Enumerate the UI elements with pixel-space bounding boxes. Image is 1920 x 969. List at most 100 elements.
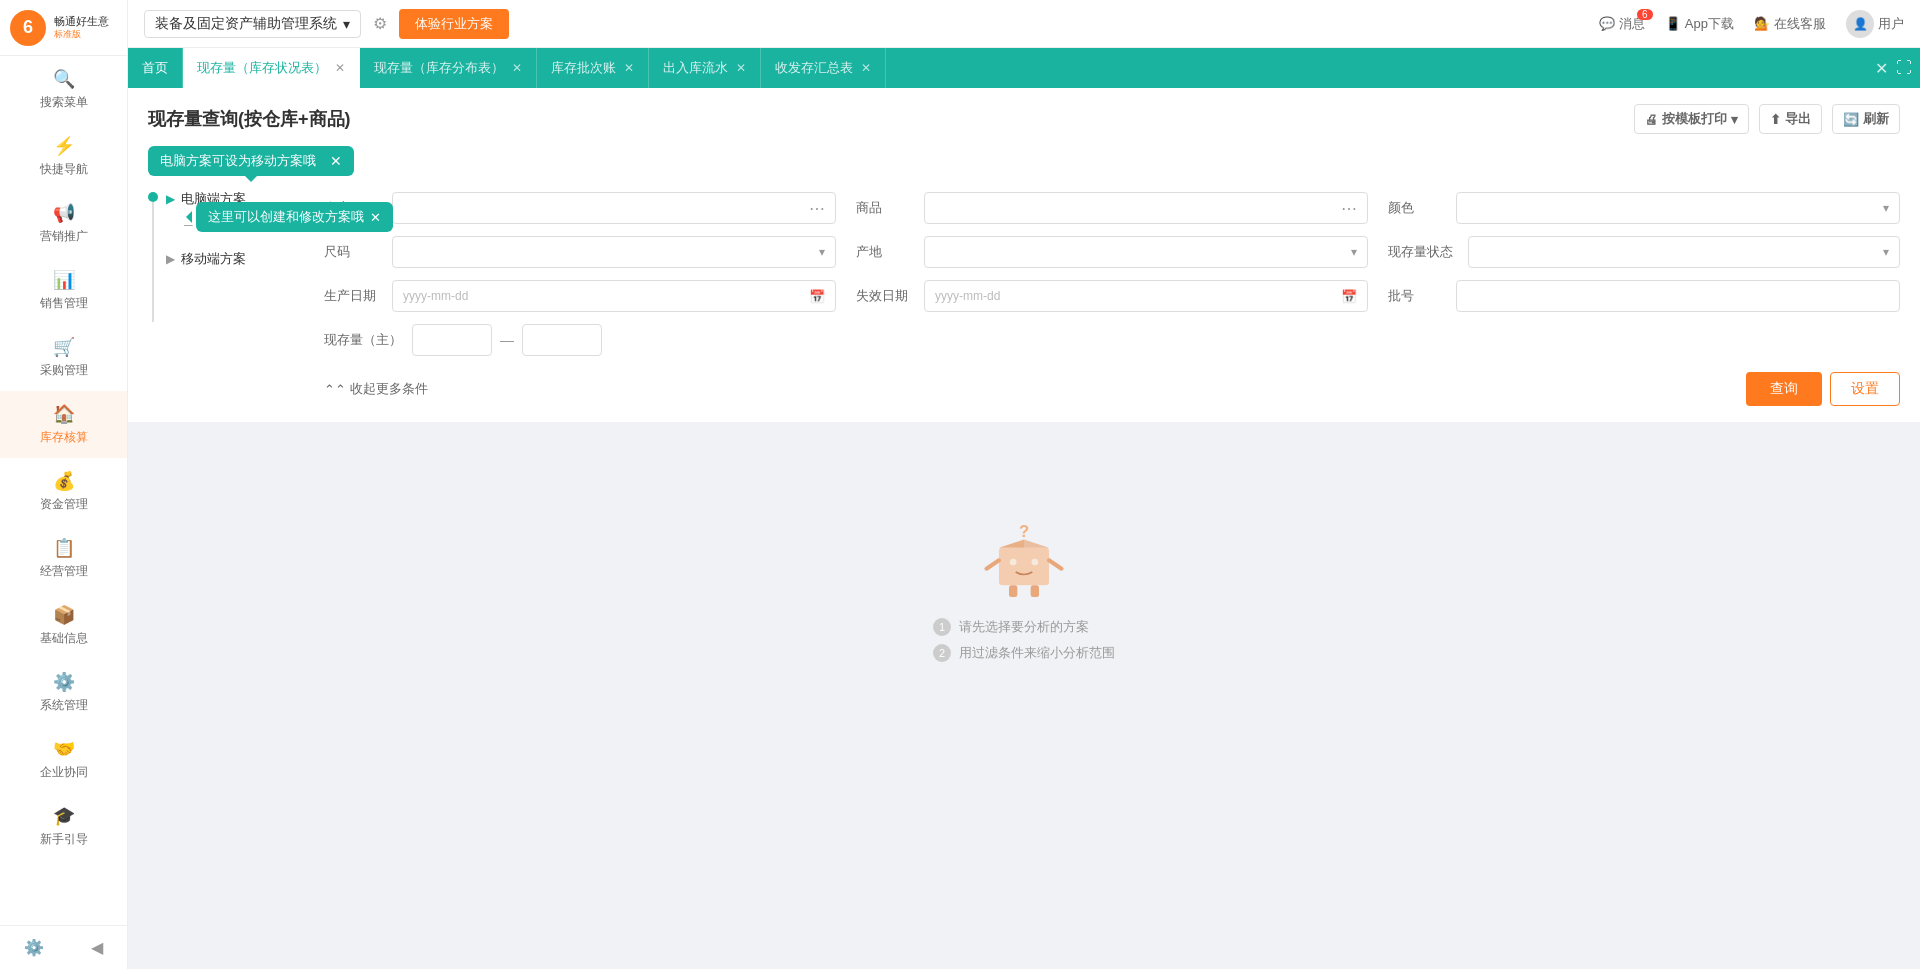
sidebar-bottom: ⚙️ ◀ [0, 925, 127, 969]
batch-input[interactable] [1456, 280, 1900, 312]
tab-close-inout[interactable]: ✕ [736, 61, 746, 75]
empty-illustration: ? [974, 502, 1074, 602]
tab-inout-flow[interactable]: 出入库流水 ✕ [649, 48, 761, 88]
collapse-sidebar-icon[interactable]: ◀ [91, 938, 103, 957]
print-btn[interactable]: 🖨 按模板打印 ▾ [1634, 104, 1749, 134]
sales-icon: 📊 [53, 269, 75, 291]
warehouse-dots[interactable]: ⋯ [809, 199, 825, 218]
inventory-icon: 🏠 [53, 403, 75, 425]
tooltip-close-desktop[interactable]: ✕ [330, 153, 342, 169]
sidebar-item-system[interactable]: ⚙️ 系统管理 [0, 659, 127, 726]
produce-date-input[interactable]: yyyy-mm-dd 📅 [392, 280, 836, 312]
main-content: 装备及固定资产辅助管理系统 ▾ ⚙ 体验行业方案 💬 消息 6 📱 App下载 … [128, 0, 1920, 969]
industry-btn[interactable]: 体验行业方案 [399, 9, 509, 39]
marketing-icon: 📢 [53, 202, 75, 224]
logo-icon: 6 [10, 10, 46, 46]
tab-close-stock-dist[interactable]: ✕ [512, 61, 522, 75]
header-settings-icon[interactable]: ⚙ [373, 14, 387, 33]
sidebar-item-guide[interactable]: 🎓 新手引导 [0, 793, 127, 860]
online-support-btn[interactable]: 💁 在线客服 [1754, 15, 1826, 33]
stockstatus-label: 现存量状态 [1388, 243, 1460, 261]
empty-tip-2: 2 用过滤条件来缩小分析范围 [933, 644, 1115, 662]
collapse-btn[interactable]: ⌃⌃ 收起更多条件 [324, 380, 428, 398]
tip-num-2: 2 [933, 644, 951, 662]
sidebar-item-inventory[interactable]: 🏠 库存核算 [0, 391, 127, 458]
origin-dropdown-icon: ▾ [1351, 245, 1357, 259]
header-right: 💬 消息 6 📱 App下载 💁 在线客服 👤 用户 [1599, 10, 1904, 38]
scheme-arrow-desktop: ▶ [166, 192, 175, 206]
tab-stock-status[interactable]: 现存量（库存状况表） ✕ [183, 48, 360, 88]
sidebar-item-quicknav[interactable]: ⚡ 快捷导航 [0, 123, 127, 190]
calendar-icon2[interactable]: 📅 [1341, 289, 1357, 304]
system-selector[interactable]: 装备及固定资产辅助管理系统 ▾ [144, 10, 361, 38]
calendar-icon[interactable]: 📅 [809, 289, 825, 304]
filter-row-batch: 批号 [1388, 280, 1900, 312]
sidebar-item-marketing[interactable]: 📢 营销推广 [0, 190, 127, 257]
dash-icon: — [500, 332, 514, 348]
refresh-icon: 🔄 [1843, 112, 1859, 127]
cooperation-icon: 🤝 [53, 738, 75, 760]
stockstatus-select[interactable]: ▾ [1468, 236, 1900, 268]
sidebar-item-cooperation[interactable]: 🤝 企业协同 [0, 726, 127, 793]
tab-recv-summary[interactable]: 收发存汇总表 ✕ [761, 48, 886, 88]
stock-qty-to[interactable] [522, 324, 602, 356]
warehouse-select[interactable]: ⋯ [392, 192, 836, 224]
header-left: 装备及固定资产辅助管理系统 ▾ ⚙ 体验行业方案 [144, 9, 509, 39]
expire-date-input[interactable]: yyyy-mm-dd 📅 [924, 280, 1368, 312]
tab-close-recv[interactable]: ✕ [861, 61, 871, 75]
basic-icon: 📦 [53, 604, 75, 626]
stock-qty-label: 现存量（主） [324, 331, 404, 349]
search-button[interactable]: 查询 [1746, 372, 1822, 406]
tab-home[interactable]: 首页 [128, 48, 183, 88]
tooltip-close-edit[interactable]: ✕ [370, 210, 381, 225]
goods-select[interactable]: ⋯ [924, 192, 1368, 224]
guide-icon: 🎓 [53, 805, 75, 827]
tab-stock-batch[interactable]: 库存批次账 ✕ [537, 48, 649, 88]
mobile-scheme-item[interactable]: ▶ 移动端方案 [166, 246, 251, 272]
sidebar: 6 畅通好生意 标准版 🔍 搜索菜单 ⚡ 快捷导航 📢 营销推广 📊 销售管理 … [0, 0, 128, 969]
logo-badge: 标准版 [54, 28, 109, 41]
stock-qty-from[interactable] [412, 324, 492, 356]
sidebar-item-purchase[interactable]: 🛒 采购管理 [0, 324, 127, 391]
purchase-icon: 🛒 [53, 336, 75, 358]
sidebar-nav: 🔍 搜索菜单 ⚡ 快捷导航 📢 营销推广 📊 销售管理 🛒 采购管理 🏠 库存核… [0, 56, 127, 925]
message-icon: 💬 [1599, 16, 1615, 31]
finance-icon: 💰 [53, 470, 75, 492]
color-select[interactable]: ▾ [1456, 192, 1900, 224]
settings-bottom-icon[interactable]: ⚙️ [24, 938, 44, 957]
sidebar-item-sales[interactable]: 📊 销售管理 [0, 257, 127, 324]
lightning-icon: ⚡ [53, 135, 75, 157]
maximize-icon[interactable]: ⛶ [1896, 59, 1912, 77]
filter-row-expire-date: 失效日期 yyyy-mm-dd 📅 [856, 280, 1368, 312]
sidebar-item-search[interactable]: 🔍 搜索菜单 [0, 56, 127, 123]
filter-row-produce-date: 生产日期 yyyy-mm-dd 📅 [324, 280, 836, 312]
messages-btn[interactable]: 💬 消息 6 [1599, 15, 1645, 33]
stockstatus-dropdown-icon: ▾ [1883, 245, 1889, 259]
export-btn[interactable]: ⬆ 导出 [1759, 104, 1822, 134]
tab-close-stock-status[interactable]: ✕ [335, 61, 345, 75]
avatar: 👤 [1846, 10, 1874, 38]
edit-scheme-tooltip: 这里可以创建和修改方案哦 ✕ [196, 202, 393, 232]
scheme-arrow-mobile: ▶ [166, 252, 175, 266]
refresh-btn[interactable]: 🔄 刷新 [1832, 104, 1900, 134]
color-dropdown-icon: ▾ [1883, 201, 1889, 215]
sidebar-item-finance[interactable]: 💰 资金管理 [0, 458, 127, 525]
svg-rect-8 [1031, 585, 1039, 597]
origin-select[interactable]: ▾ [924, 236, 1368, 268]
user-btn[interactable]: 👤 用户 [1846, 10, 1904, 38]
sidebar-item-operations[interactable]: 📋 经营管理 [0, 525, 127, 592]
filter-row-origin: 产地 ▾ [856, 236, 1368, 268]
goods-dots[interactable]: ⋯ [1341, 199, 1357, 218]
filter-panel: 现存量查询(按仓库+商品) 🖨 按模板打印 ▾ ⬆ 导出 🔄 刷新 [128, 88, 1920, 422]
sidebar-item-basic[interactable]: 📦 基础信息 [0, 592, 127, 659]
size-label: 尺码 [324, 243, 384, 261]
size-select[interactable]: ▾ [392, 236, 836, 268]
logo-text1: 畅通好生意 [54, 14, 109, 28]
close-all-tabs-icon[interactable]: ✕ [1875, 59, 1888, 78]
origin-label: 产地 [856, 243, 916, 261]
filter-header: 按以下方案查询 ＋ ↻ « [148, 150, 1900, 172]
app-download-btn[interactable]: 📱 App下载 [1665, 15, 1734, 33]
tab-close-stock-batch[interactable]: ✕ [624, 61, 634, 75]
reset-button[interactable]: 设置 [1830, 372, 1900, 406]
tab-stock-dist[interactable]: 现存量（库存分布表） ✕ [360, 48, 537, 88]
